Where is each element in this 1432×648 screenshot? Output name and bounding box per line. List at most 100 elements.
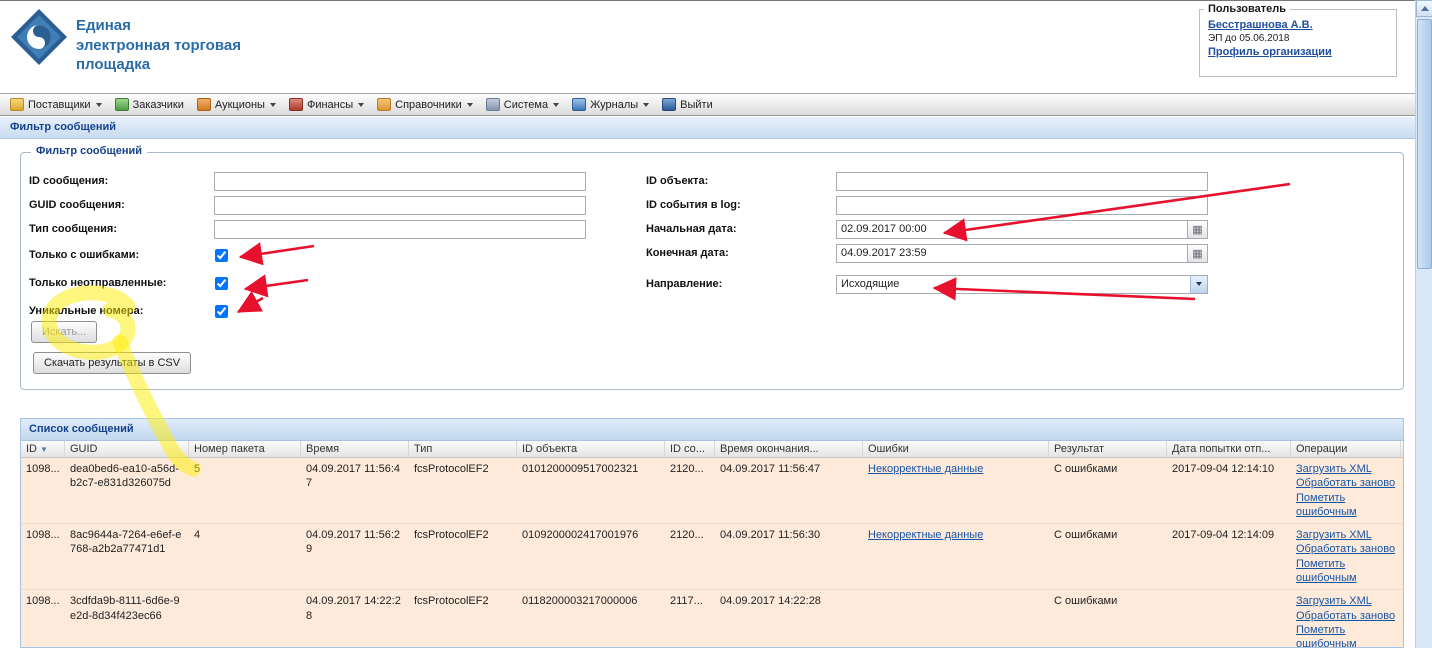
column-header-object-id[interactable]: ID объекта xyxy=(517,441,665,457)
cell-id: 1098... xyxy=(26,463,60,475)
scroll-up-icon xyxy=(1420,6,1429,11)
mark-erroneous-link[interactable]: Пометить ошибочным xyxy=(1296,492,1357,518)
only-unsent-checkbox[interactable] xyxy=(215,276,228,290)
reprocess-link[interactable]: Обработать заново xyxy=(1296,610,1395,622)
filter-row-message-guid: GUID сообщения: xyxy=(29,193,619,217)
org-profile-link[interactable]: Профиль организации xyxy=(1208,46,1390,58)
cell-id: 1098... xyxy=(26,529,60,542)
column-header-event-id[interactable]: ID со... xyxy=(665,441,715,457)
cell-event-id: 2117... xyxy=(670,595,703,608)
cell-guid: 8ac9644a-7264-e6ef-e768-a2b2a77471d1 xyxy=(70,529,182,556)
menu-item-label: Выйти xyxy=(680,98,713,111)
logo-title: Единая электронная торговая площадка xyxy=(76,16,241,75)
filter-row-start-date: Начальная дата: ▦ xyxy=(646,217,1246,241)
message-type-label: Тип сообщения: xyxy=(29,223,117,235)
header: Единая электронная торговая площадка Пол… xyxy=(0,1,1415,93)
chevron-down-icon xyxy=(95,102,102,107)
logo-title-line: электронная торговая xyxy=(76,36,241,54)
column-header-label: Результат xyxy=(1054,443,1105,455)
mark-erroneous-link[interactable]: Пометить ошибочным xyxy=(1296,558,1357,584)
start-date-calendar-button[interactable]: ▦ xyxy=(1188,219,1208,239)
column-header-end-time[interactable]: Время окончания... xyxy=(715,441,863,457)
end-date-label: Конечная дата: xyxy=(646,247,729,259)
column-header-label: ID со... xyxy=(670,443,705,455)
column-header-guid[interactable]: GUID xyxy=(65,441,189,457)
filter-row-direction: Направление: Исходящие xyxy=(646,272,1246,296)
message-guid-label: GUID сообщения: xyxy=(29,199,125,211)
search-button[interactable]: Искать... xyxy=(31,321,98,343)
menu-item-finance[interactable]: Финансы xyxy=(285,94,373,115)
filter-left-column: ID сообщения: GUID сообщения: Тип сообщени… xyxy=(29,169,619,325)
download-csv-button[interactable]: Скачать результаты в CSV xyxy=(33,352,192,374)
menu-item-directories[interactable]: Справочники xyxy=(373,94,482,115)
cell-send-attempt-date: 2017-09-04 12:14:10 xyxy=(1172,463,1275,475)
menu-item-system[interactable]: Система xyxy=(482,94,568,115)
filter-right-column: ID объекта: ID события в log: Начальная да… xyxy=(646,169,1246,296)
load-xml-link[interactable]: Загрузить XML xyxy=(1296,595,1372,607)
column-header-label: GUID xyxy=(70,443,98,455)
column-header-label: Время окончания... xyxy=(720,443,819,455)
filter-row-unique-numbers: Уникальные номера: xyxy=(29,297,619,325)
message-id-input[interactable] xyxy=(214,171,586,191)
end-date-input[interactable] xyxy=(836,243,1188,263)
reprocess-link[interactable]: Обработать заново xyxy=(1296,543,1395,555)
column-header-operations[interactable]: Операции xyxy=(1291,441,1401,457)
start-date-input[interactable] xyxy=(836,219,1188,239)
column-header-errors[interactable]: Ошибки xyxy=(863,441,1049,457)
column-header-label: Тип xyxy=(414,443,433,455)
column-header-send-attempt-date[interactable]: Дата попытки отп... xyxy=(1167,441,1291,457)
message-type-input[interactable] xyxy=(214,219,586,239)
chevron-down-icon xyxy=(643,102,650,107)
message-guid-input[interactable] xyxy=(214,195,586,215)
table-row[interactable]: 1098... 3cdfda9b-8111-6d6e-9e2d-8d34f423e… xyxy=(21,590,1403,647)
menu-item-suppliers[interactable]: Поставщики xyxy=(6,94,111,115)
column-header-label: Ошибки xyxy=(868,443,909,455)
scrollbar-thumb[interactable] xyxy=(1417,19,1432,269)
start-date-field: ▦ xyxy=(836,219,1208,239)
cell-errors: Некорректные данные xyxy=(863,524,1049,589)
menu-item-exit[interactable]: Выйти xyxy=(658,94,722,115)
menu-item-auctions[interactable]: Аукционы xyxy=(193,94,285,115)
table-row[interactable]: 1098... 8ac9644a-7264-e6ef-e768-a2b2a7747… xyxy=(21,524,1403,591)
reprocess-link[interactable]: Обработать заново xyxy=(1296,477,1395,489)
logo-icon xyxy=(11,9,67,65)
load-xml-link[interactable]: Загрузить XML xyxy=(1296,529,1372,541)
table-row[interactable]: 1098... dea0bed6-ea10-a56d-b2c7-e831d3260… xyxy=(21,458,1403,525)
only-with-errors-checkbox[interactable] xyxy=(215,248,228,262)
directories-icon xyxy=(377,98,392,111)
user-name-link[interactable]: Бесстрашнова А.В. xyxy=(1208,19,1390,31)
cell-guid: dea0bed6-ea10-a56d-b2c7-e831d326075d xyxy=(70,463,179,490)
menu-item-label: Справочники xyxy=(395,98,462,111)
menu-item-label: Журналы xyxy=(590,98,639,111)
filter-row-log-event-id: ID события в log: xyxy=(646,193,1246,217)
column-header-result[interactable]: Результат xyxy=(1049,441,1167,457)
direction-select[interactable]: Исходящие xyxy=(836,274,1208,294)
cell-result: С ошибками xyxy=(1054,595,1118,608)
column-header-id[interactable]: ID ▼ xyxy=(21,441,65,457)
cell-guid: 3cdfda9b-8111-6d6e-9e2d-8d34f423ec66 xyxy=(70,595,180,622)
results-title: Список сообщений xyxy=(21,419,1403,441)
auctions-icon xyxy=(196,98,211,111)
mark-erroneous-link[interactable]: Пометить ошибочным xyxy=(1296,624,1357,647)
end-date-calendar-button[interactable]: ▦ xyxy=(1188,243,1208,263)
journals-icon xyxy=(572,98,587,111)
cell-end-time: 04.09.2017 11:56:47 xyxy=(720,463,821,475)
scroll-up-button[interactable] xyxy=(1416,0,1432,17)
menu-item-customers[interactable]: Заказчики xyxy=(111,94,193,115)
load-xml-link[interactable]: Загрузить XML xyxy=(1296,463,1372,475)
user-panel: Пользователь Бесстрашнова А.В. ЭП до 05.… xyxy=(1199,3,1397,77)
menu-item-journals[interactable]: Журналы xyxy=(568,94,658,115)
filter-row-only-unsent: Только неотправленные: xyxy=(29,269,619,297)
vertical-scrollbar[interactable] xyxy=(1415,0,1432,648)
log-event-id-input[interactable] xyxy=(836,195,1208,215)
unique-numbers-checkbox[interactable] xyxy=(215,304,228,318)
column-header-time[interactable]: Время xyxy=(301,441,409,457)
start-date-label: Начальная дата: xyxy=(646,223,737,235)
error-message-link[interactable]: Некорректные данные xyxy=(868,529,983,541)
column-header-packet-number[interactable]: Номер пакета xyxy=(189,441,301,457)
object-id-input[interactable] xyxy=(836,171,1208,191)
column-header-type[interactable]: Тип xyxy=(409,441,517,457)
cell-send-attempt-date xyxy=(1167,590,1291,647)
filter-row-end-date: Конечная дата: ▦ xyxy=(646,241,1246,265)
error-message-link[interactable]: Некорректные данные xyxy=(868,463,983,475)
